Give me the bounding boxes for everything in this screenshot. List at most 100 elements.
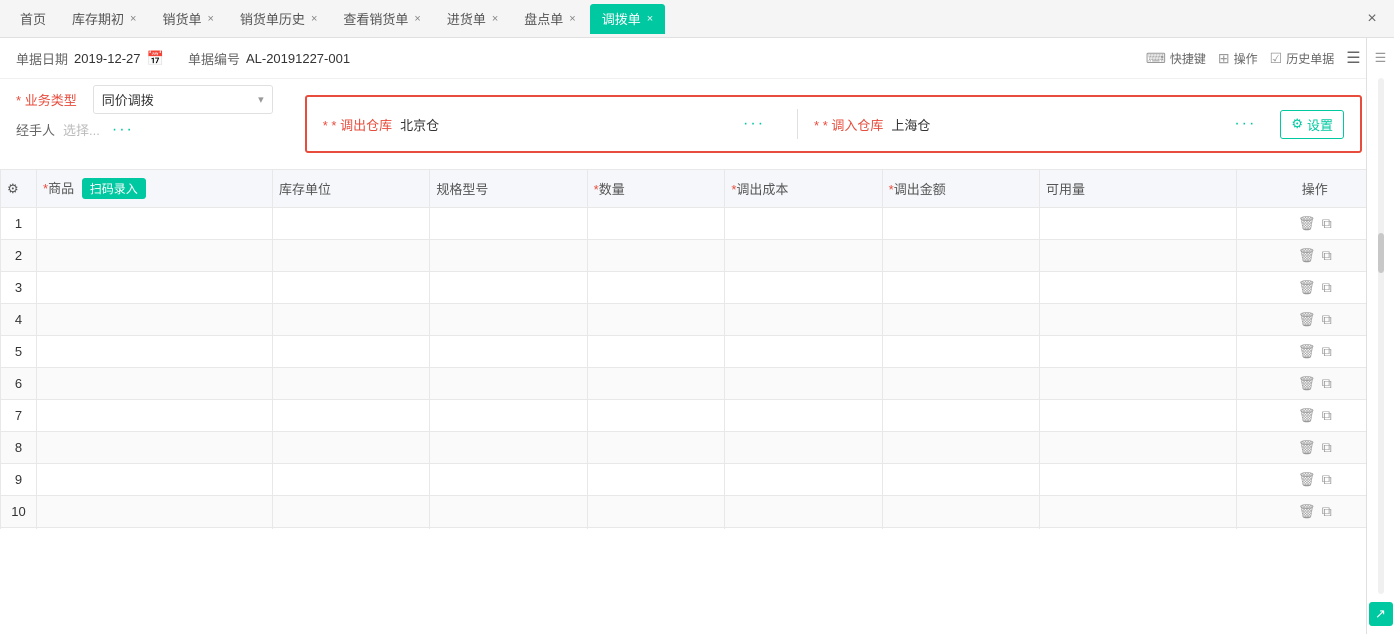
tab-purchase-order[interactable]: 进货单 × — [435, 4, 510, 34]
row-qty[interactable] — [587, 272, 725, 304]
row-product[interactable] — [37, 272, 273, 304]
row-available[interactable] — [1039, 272, 1236, 304]
row-spec[interactable] — [430, 432, 587, 464]
row-unit[interactable] — [273, 528, 430, 530]
tab-inventory-check[interactable]: 盘点单 × — [512, 4, 587, 34]
scan-button[interactable]: 扫码录入 — [82, 178, 146, 199]
row-amount[interactable] — [882, 208, 1039, 240]
row-amount[interactable] — [882, 304, 1039, 336]
close-icon[interactable]: × — [569, 13, 575, 25]
tab-sales-order[interactable]: 销货单 × — [150, 4, 225, 34]
row-unit[interactable] — [273, 496, 430, 528]
row-product[interactable] — [37, 240, 273, 272]
row-spec[interactable] — [430, 240, 587, 272]
setting-button[interactable]: ⚙ 设置 — [1280, 110, 1344, 139]
row-qty[interactable] — [587, 432, 725, 464]
row-qty[interactable] — [587, 336, 725, 368]
row-unit[interactable] — [273, 464, 430, 496]
in-warehouse-more-icon[interactable]: ··· — [1234, 115, 1256, 133]
row-unit[interactable] — [273, 336, 430, 368]
close-icon[interactable]: × — [492, 13, 498, 25]
tab-sales-history[interactable]: 销货单历史 × — [228, 4, 329, 34]
copy-icon[interactable]: ⧉ — [1322, 215, 1332, 232]
row-cost[interactable] — [725, 208, 882, 240]
row-product[interactable] — [37, 304, 273, 336]
tab-home[interactable]: 首页 — [8, 4, 58, 34]
delete-icon[interactable]: 🗑 — [1298, 439, 1316, 456]
row-cost[interactable] — [725, 496, 882, 528]
row-amount[interactable] — [882, 272, 1039, 304]
delete-icon[interactable]: 🗑 — [1298, 311, 1316, 328]
row-cost[interactable] — [725, 464, 882, 496]
row-spec[interactable] — [430, 208, 587, 240]
row-spec[interactable] — [430, 336, 587, 368]
row-amount[interactable] — [882, 528, 1039, 530]
operation-button[interactable]: ⊞ 操作 — [1218, 50, 1258, 67]
row-spec[interactable] — [430, 400, 587, 432]
row-cost[interactable] — [725, 528, 882, 530]
row-unit[interactable] — [273, 208, 430, 240]
copy-icon[interactable]: ⧉ — [1322, 471, 1332, 488]
row-qty[interactable] — [587, 368, 725, 400]
row-cost[interactable] — [725, 304, 882, 336]
row-amount[interactable] — [882, 336, 1039, 368]
row-cost[interactable] — [725, 336, 882, 368]
delete-icon[interactable]: 🗑 — [1298, 215, 1316, 232]
delete-icon[interactable]: 🗑 — [1298, 375, 1316, 392]
row-available[interactable] — [1039, 528, 1236, 530]
biz-type-select[interactable]: 同价调拨 ▾ — [93, 85, 273, 114]
person-select[interactable]: 选择... — [63, 120, 100, 139]
copy-icon[interactable]: ⧉ — [1322, 279, 1332, 296]
row-amount[interactable] — [882, 240, 1039, 272]
row-product[interactable] — [37, 432, 273, 464]
row-qty[interactable] — [587, 528, 725, 530]
row-spec[interactable] — [430, 464, 587, 496]
row-product[interactable] — [37, 464, 273, 496]
tab-view-sales[interactable]: 查看销货单 × — [331, 4, 432, 34]
row-qty[interactable] — [587, 496, 725, 528]
row-cost[interactable] — [725, 240, 882, 272]
row-unit[interactable] — [273, 272, 430, 304]
row-amount[interactable] — [882, 496, 1039, 528]
tab-transfer-order[interactable]: 调拨单 × — [590, 4, 665, 34]
layout-icon-1[interactable]: ☰ — [1346, 48, 1360, 68]
row-spec[interactable] — [430, 272, 587, 304]
row-available[interactable] — [1039, 368, 1236, 400]
row-product[interactable] — [37, 368, 273, 400]
tab-bar-close-button[interactable]: × — [1358, 5, 1386, 33]
row-unit[interactable] — [273, 368, 430, 400]
row-available[interactable] — [1039, 496, 1236, 528]
person-more-icon[interactable]: ··· — [112, 121, 134, 139]
delete-icon[interactable]: 🗑 — [1298, 343, 1316, 360]
close-icon[interactable]: × — [414, 13, 420, 25]
row-product[interactable] — [37, 400, 273, 432]
row-amount[interactable] — [882, 368, 1039, 400]
copy-icon[interactable]: ⧉ — [1322, 311, 1332, 328]
copy-icon[interactable]: ⧉ — [1322, 375, 1332, 392]
row-available[interactable] — [1039, 240, 1236, 272]
history-button[interactable]: ☑ 历史单据 — [1270, 50, 1335, 67]
row-product[interactable] — [37, 208, 273, 240]
calendar-icon[interactable]: 📅 — [147, 50, 164, 67]
copy-icon[interactable]: ⧉ — [1322, 343, 1332, 360]
delete-icon[interactable]: 🗑 — [1298, 247, 1316, 264]
row-spec[interactable] — [430, 304, 587, 336]
shortcut-button[interactable]: ⌨ 快捷键 — [1146, 50, 1206, 67]
delete-icon[interactable]: 🗑 — [1298, 503, 1316, 520]
row-cost[interactable] — [725, 368, 882, 400]
close-icon[interactable]: × — [647, 13, 653, 25]
row-product[interactable] — [37, 528, 273, 530]
delete-icon[interactable]: 🗑 — [1298, 279, 1316, 296]
row-available[interactable] — [1039, 208, 1236, 240]
copy-icon[interactable]: ⧉ — [1322, 439, 1332, 456]
copy-icon[interactable]: ⧉ — [1322, 407, 1332, 424]
row-cost[interactable] — [725, 400, 882, 432]
row-product[interactable] — [37, 336, 273, 368]
row-qty[interactable] — [587, 240, 725, 272]
row-qty[interactable] — [587, 400, 725, 432]
close-icon[interactable]: × — [311, 13, 317, 25]
row-amount[interactable] — [882, 400, 1039, 432]
row-unit[interactable] — [273, 240, 430, 272]
row-amount[interactable] — [882, 464, 1039, 496]
row-available[interactable] — [1039, 432, 1236, 464]
